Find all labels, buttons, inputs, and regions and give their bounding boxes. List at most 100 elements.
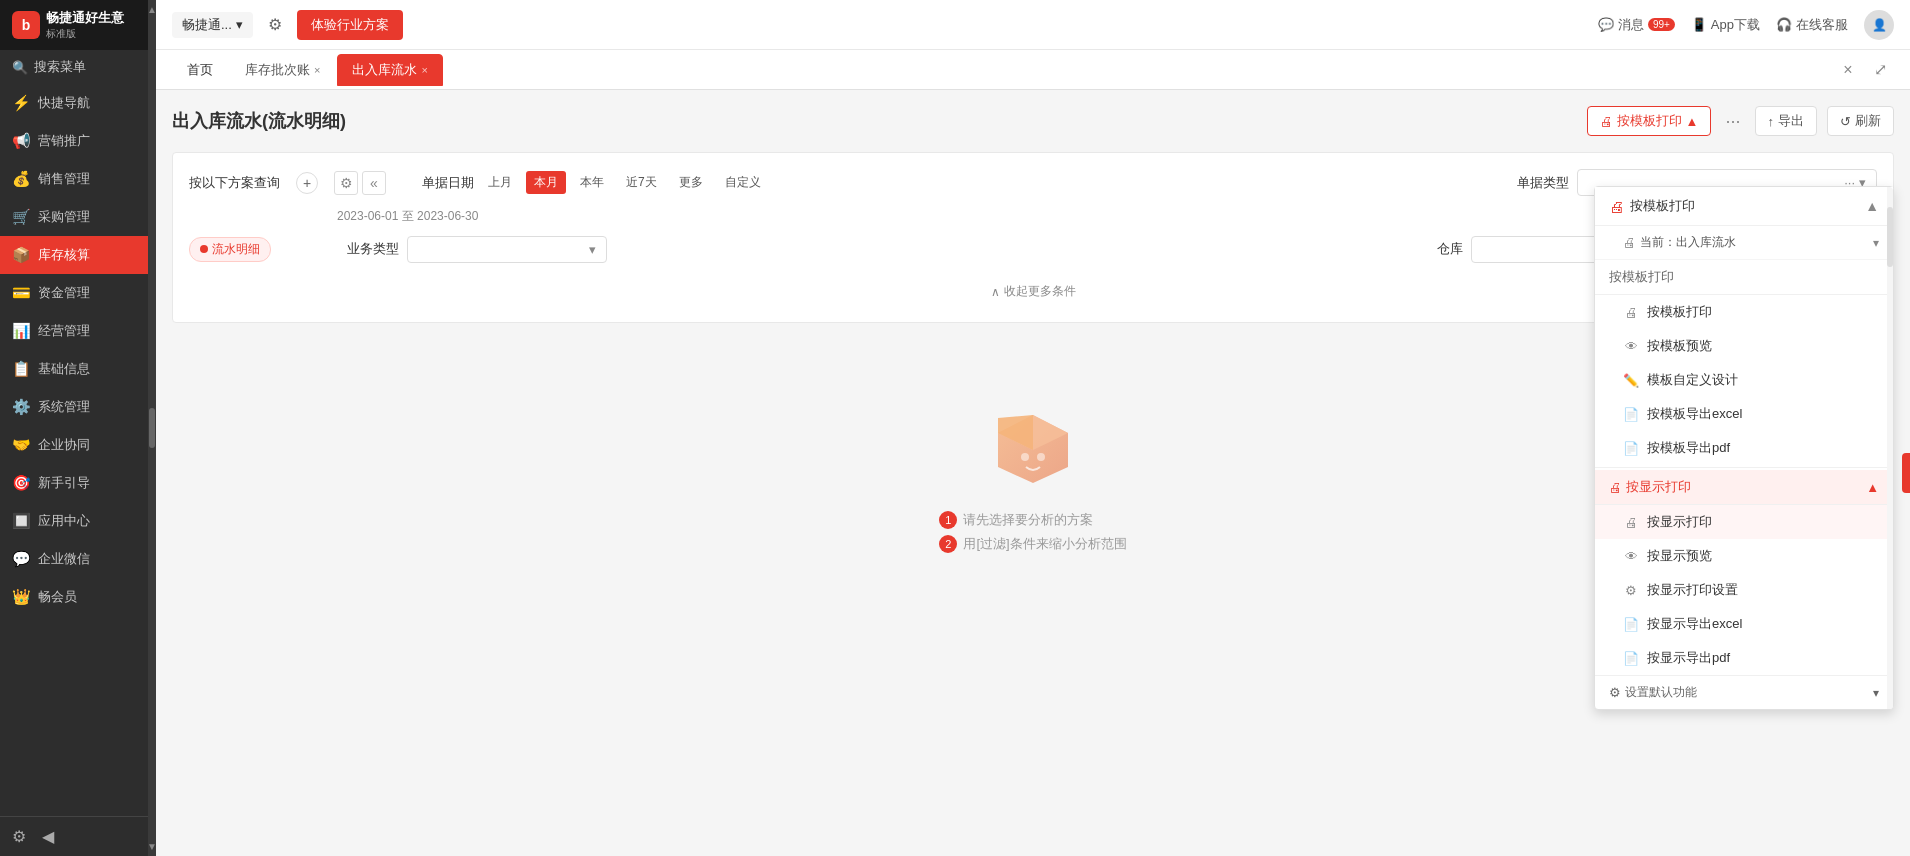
date-option-current-month[interactable]: 本月 [526,171,566,194]
sidebar-search[interactable]: 🔍 搜索菜单 [0,50,148,84]
tab-inventory-batch-close[interactable]: × [314,64,320,76]
display-settings-icon: ⚙ [1623,582,1639,598]
sidebar-item-inventory[interactable]: 📦 库存核算 [0,236,148,274]
date-option-last-7days[interactable]: 近7天 [618,171,665,194]
dropdown-item-display-preview[interactable]: 👁 按显示预览 [1595,539,1893,573]
dropdown-title: 按模板打印 [1630,197,1865,215]
display-preview-icon: 👁 [1623,548,1639,564]
dropdown-item-display-settings[interactable]: ⚙ 按显示打印设置 [1595,573,1893,607]
sidebar-item-basic-info[interactable]: 📋 基础信息 [0,350,148,388]
sidebar-item-vip[interactable]: 👑 畅会员 [0,578,148,616]
guide-icon: 🎯 [12,474,30,492]
page-header: 出入库流水(流水明细) 🖨 按模板打印 ▲ ··· ↑ 导出 ↺ 刷新 [172,106,1894,136]
username-text: 畅捷通... [182,16,232,34]
date-filter-label: 单据日期 [422,174,474,192]
step-text-1: 请先选择要分析的方案 [963,511,1093,529]
dropdown-item-template-preview[interactable]: 👁 按模板预览 [1595,329,1893,363]
export-btn[interactable]: ↑ 导出 [1755,106,1818,136]
template-excel-label: 按模板导出excel [1647,405,1742,423]
sidebar-item-finance[interactable]: 💳 资金管理 [0,274,148,312]
message-btn[interactable]: 💬 消息 99+ [1598,16,1675,34]
app-download-label: App下载 [1711,16,1760,34]
tab-inout-flow[interactable]: 出入库流水 × [337,54,442,86]
add-filter-btn[interactable]: + [296,172,318,194]
sidebar-logo: b 畅捷通好生意 标准版 [0,0,148,50]
search-icon: 🔍 [12,60,28,75]
sidebar-item-sales[interactable]: 💰 销售管理 [0,160,148,198]
content-area: 出入库流水(流水明细) 🖨 按模板打印 ▲ ··· ↑ 导出 ↺ 刷新 [156,90,1910,856]
dropdown-item-template-excel[interactable]: 📄 按模板导出excel [1595,397,1893,431]
sidebar-item-guide[interactable]: 🎯 新手引导 [0,464,148,502]
sidebar-item-label: 企业协同 [38,436,90,454]
step-text-2: 用[过滤]条件来缩小分析范围 [963,535,1126,553]
print-template-btn[interactable]: 🖨 按模板打印 ▲ [1587,106,1712,136]
username-dropdown-icon[interactable]: ▾ [236,17,243,32]
sidebar-settings-icon[interactable]: ⚙ [12,827,26,846]
print-dropdown-chevron[interactable]: ▲ [1686,114,1699,129]
phone-icon: 📱 [1691,17,1707,32]
close-window-btn[interactable]: × [1834,56,1862,84]
svg-point-3 [1021,453,1029,461]
current-label: 当前：出入库流水 [1640,234,1869,251]
user-avatar[interactable]: 👤 [1864,10,1894,40]
tab-inout-flow-close[interactable]: × [421,64,427,76]
date-option-current-year[interactable]: 本年 [572,171,612,194]
tab-inout-flow-label: 出入库流水 [352,61,417,79]
dropdown-item-display-print[interactable]: 🖨 按显示打印 [1595,505,1893,539]
date-option-last-month[interactable]: 上月 [480,171,520,194]
dropdown-section-display: 🖨 按显示打印 ▲ [1595,470,1893,505]
dropdown-footer[interactable]: ⚙ 设置默认功能 ▾ [1595,675,1893,709]
topbar-settings-btn[interactable]: ⚙ [261,11,289,39]
system-icon: ⚙️ [12,398,30,416]
tab-home[interactable]: 首页 [172,54,228,86]
expand-window-btn[interactable]: ⤢ [1866,56,1894,84]
date-option-more[interactable]: 更多 [671,171,711,194]
message-icon: 💬 [1598,17,1614,32]
sidebar-item-operations[interactable]: 📊 经营管理 [0,312,148,350]
online-service-btn[interactable]: 🎧 在线客服 [1776,16,1848,34]
dropdown-item-display-pdf[interactable]: 📄 按显示导出pdf [1595,641,1893,675]
right-edge-handle[interactable] [1902,453,1910,493]
filter-collapse-icon[interactable]: « [362,171,386,195]
dropdown-item-template-print[interactable]: 🖨 按模板打印 [1595,295,1893,329]
collapse-label: 收起更多条件 [1004,283,1076,300]
export-label: 导出 [1778,112,1804,130]
sidebar-item-app-center[interactable]: 🔲 应用中心 [0,502,148,540]
type-filter-label: 单据类型 [1517,174,1569,192]
sidebar-item-system[interactable]: ⚙️ 系统管理 [0,388,148,426]
more-actions-btn[interactable]: ··· [1721,111,1744,132]
app-download-btn[interactable]: 📱 App下载 [1691,16,1760,34]
sidebar-item-marketing[interactable]: 📢 营销推广 [0,122,148,160]
step-num-2: 2 [939,535,957,553]
date-option-custom[interactable]: 自定义 [717,171,769,194]
dropdown-collapse-btn[interactable]: ▲ [1865,198,1879,214]
quick-nav-icon: ⚡ [12,94,30,112]
sidebar-item-cooperation[interactable]: 🤝 企业协同 [0,426,148,464]
display-print-label: 按显示打印 [1647,513,1712,531]
sidebar-scrollbar[interactable]: ▲ ▼ [148,0,156,856]
display-excel-label: 按显示导出excel [1647,615,1742,633]
sidebar-item-wechat[interactable]: 💬 企业微信 [0,540,148,578]
refresh-btn[interactable]: ↺ 刷新 [1827,106,1894,136]
filter-settings-icon[interactable]: ⚙ [334,171,358,195]
sidebar-collapse-icon[interactable]: ◀ [42,827,54,846]
display-pdf-label: 按显示导出pdf [1647,649,1730,667]
flow-detail-tag[interactable]: 流水明细 [189,237,271,262]
dropdown-item-template-design[interactable]: ✏️ 模板自定义设计 [1595,363,1893,397]
dropdown-scrollbar[interactable] [1887,187,1893,709]
filter-icon-group: ⚙ « [334,171,386,195]
basic-info-icon: 📋 [12,360,30,378]
dropdown-item-display-excel[interactable]: 📄 按显示导出excel [1595,607,1893,641]
dropdown-scroll-thumb [1887,207,1893,267]
tabbar: 首页 库存批次账 × 出入库流水 × × ⤢ [156,50,1910,90]
sidebar-item-purchase[interactable]: 🛒 采购管理 [0,198,148,236]
sidebar-item-quick-nav[interactable]: ⚡ 快捷导航 [0,84,148,122]
biz-type-dropdown-icon: ▾ [589,242,596,257]
display-print-icon: 🖨 [1623,514,1639,530]
biz-type-select[interactable]: ▾ [407,236,607,263]
dropdown-item-template-pdf[interactable]: 📄 按模板导出pdf [1595,431,1893,465]
industry-btn[interactable]: 体验行业方案 [297,10,403,40]
inventory-icon: 📦 [12,246,30,264]
headset-icon: 🎧 [1776,17,1792,32]
tab-inventory-batch[interactable]: 库存批次账 × [230,54,335,86]
